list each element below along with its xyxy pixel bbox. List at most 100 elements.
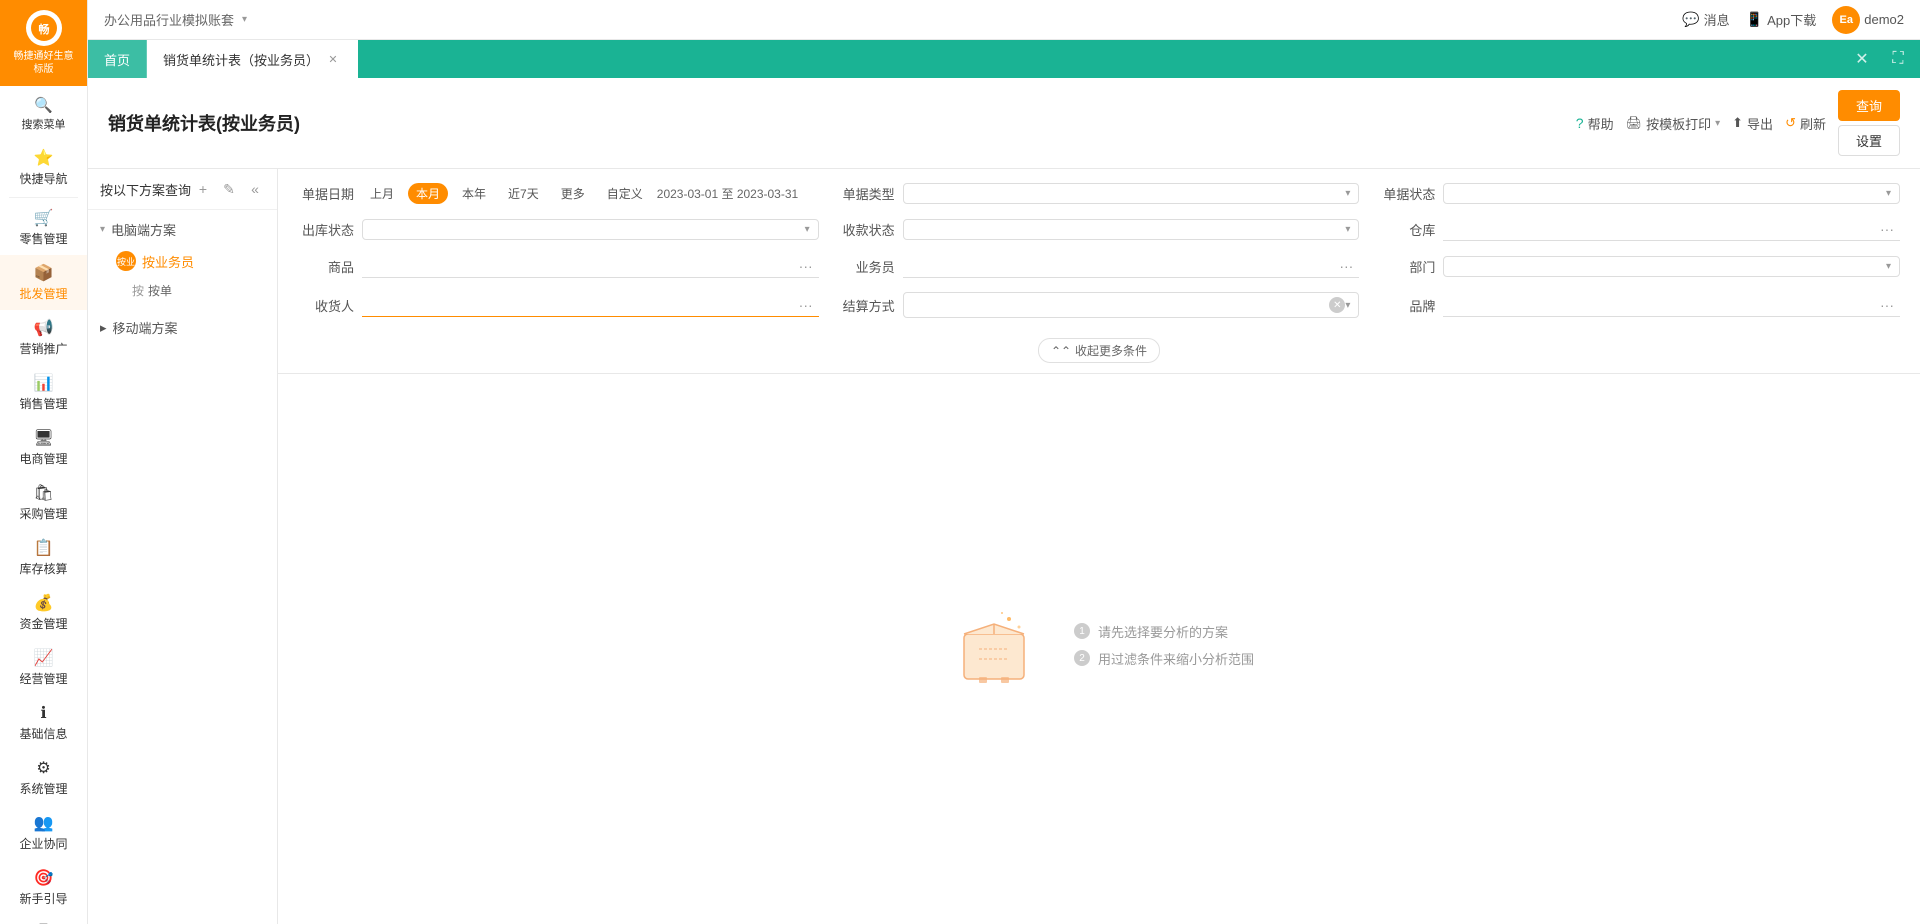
add-scheme-btn[interactable]: + (193, 179, 213, 199)
set-button[interactable]: 设置 (1838, 125, 1900, 156)
sidebar-item-purchase[interactable]: 🛍 采购管理 (0, 475, 87, 530)
collapse-more-btn[interactable]: ⌃⌃ 收起更多条件 (1038, 338, 1160, 363)
sidebar: 畅 畅捷通好生意标版 🔍 搜索菜单 ⭐ 快捷导航 🛒 零售管理 📦 批发管理 📢… (0, 0, 88, 924)
help-action[interactable]: ? 帮助 (1576, 114, 1614, 133)
tab-sales-stats[interactable]: 销货单统计表（按业务员） ✕ (147, 40, 358, 78)
sidebar-item-sales[interactable]: 📊 销售管理 (0, 365, 87, 420)
date-tab-this-month[interactable]: 本月 (408, 183, 448, 204)
salesperson-input[interactable]: ··· (903, 255, 1360, 278)
doc-type-label: 单据类型 (839, 184, 895, 203)
date-tab-last7[interactable]: 近7天 (500, 183, 547, 204)
tree-group-pc-header[interactable]: ▾ 电脑端方案 (88, 214, 277, 245)
sales-icon: 📊 (34, 373, 54, 393)
tip-num-2: 2 (1074, 650, 1090, 666)
tip-num-1: 1 (1074, 623, 1090, 639)
filter-row-3: 商品 ··· 业务员 ··· (298, 255, 1900, 278)
goods-input[interactable]: ··· (362, 255, 819, 278)
refresh-action[interactable]: ↺ 刷新 (1785, 114, 1826, 133)
app-download-action[interactable]: 📱 App下载 (1746, 10, 1817, 29)
department-label: 部门 (1379, 257, 1435, 276)
filter-department-field: 部门 ▾ (1379, 256, 1900, 277)
filter-doc-type-field: 单据类型 ▾ (839, 183, 1360, 204)
sidebar-item-app-center[interactable]: 📱 应用中心 (0, 915, 87, 924)
doc-type-arrow-icon: ▾ (1345, 188, 1350, 199)
sidebar-item-operations[interactable]: 📈 经营管理 (0, 640, 87, 695)
sidebar-item-newcomer[interactable]: 🎯 新手引导 (0, 860, 87, 915)
logo-icon: 畅 (26, 10, 62, 46)
sidebar-item-finance[interactable]: 💰 资金管理 (0, 585, 87, 640)
date-range-display: 2023-03-01 至 2023-03-31 (657, 185, 798, 202)
avatar: Ea (1832, 6, 1860, 34)
sidebar-item-basic[interactable]: ℹ 基础信息 (0, 695, 87, 750)
message-action[interactable]: 💬 消息 (1682, 10, 1729, 29)
tree-group-mobile-header[interactable]: ▸ 移动端方案 (88, 312, 277, 343)
brand-dots-icon[interactable]: ··· (1880, 297, 1894, 313)
empty-tips: 1 请先选择要分析的方案 2 用过滤条件来缩小分析范围 (1074, 622, 1254, 676)
filter-warehouse-field: 仓库 ··· (1379, 218, 1900, 241)
sidebar-item-wholesale[interactable]: 📦 批发管理 (0, 255, 87, 310)
date-tab-last-month[interactable]: 上月 (362, 183, 402, 204)
brand-input[interactable]: ··· (1443, 294, 1900, 317)
tab-close-icon[interactable]: ✕ (325, 51, 341, 67)
warehouse-dots-icon[interactable]: ··· (1880, 221, 1894, 237)
date-tab-more[interactable]: 更多 (553, 183, 593, 204)
tab-bar-right: ✕ ⛶ (1848, 45, 1920, 73)
tab-home[interactable]: 首页 (88, 40, 147, 78)
filter-row-2: 出库状态 ▾ 收款状态 ▾ (298, 218, 1900, 241)
doc-status-arrow-icon: ▾ (1886, 188, 1891, 199)
tree-sub-item-by-order[interactable]: 按 按单 (88, 277, 277, 304)
edit-scheme-btn[interactable]: ✎ (219, 179, 239, 199)
goods-dots-icon[interactable]: ··· (799, 258, 813, 274)
tab-fullscreen-btn[interactable]: ⛶ (1884, 45, 1912, 73)
department-select[interactable]: ▾ (1443, 256, 1900, 277)
print-action[interactable]: 🖨 按模板打印 ▾ (1626, 114, 1721, 133)
sidebar-logo[interactable]: 畅 畅捷通好生意标版 (0, 0, 87, 86)
receiver-dots-icon[interactable]: ··· (799, 297, 813, 313)
main-area: 办公用品行业模拟账套 ▾ 💬 消息 📱 App下载 Ea demo2 首页 (88, 0, 1920, 924)
tree-group-pc: ▾ 电脑端方案 按业 按业务员 按 按单 (88, 210, 277, 308)
receiver-input[interactable]: ··· (362, 294, 819, 317)
sidebar-navigation: ⭐ 快捷导航 🛒 零售管理 📦 批发管理 📢 营销推广 📊 销售管理 🖥 电商管… (0, 136, 87, 924)
collapse-bar: ⌃⌃ 收起更多条件 (298, 332, 1900, 373)
filter-row-1: 单据日期 上月 本月 本年 近7天 更多 自定义 2023-03-01 至 20… (298, 183, 1900, 204)
retail-icon: 🛒 (34, 208, 54, 228)
receiver-label: 收货人 (298, 296, 354, 315)
payment-status-select[interactable]: ▾ (903, 219, 1360, 240)
print-dropdown-icon[interactable]: ▾ (1715, 118, 1720, 129)
out-status-label: 出库状态 (298, 220, 354, 239)
settlement-select[interactable]: ✕ ▾ (903, 292, 1360, 318)
sidebar-item-quick-nav[interactable]: ⭐ 快捷导航 (0, 140, 87, 195)
sidebar-item-ecommerce[interactable]: 🖥 电商管理 (0, 420, 87, 475)
sidebar-item-system[interactable]: ⚙ 系统管理 (0, 750, 87, 805)
sidebar-item-enterprise[interactable]: 👥 企业协同 (0, 805, 87, 860)
sidebar-item-marketing[interactable]: 📢 营销推广 (0, 310, 87, 365)
query-button[interactable]: 查询 (1838, 90, 1900, 121)
basic-icon: ℹ (40, 703, 46, 723)
tab-bar: 首页 销货单统计表（按业务员） ✕ ✕ ⛶ (88, 40, 1920, 78)
export-action[interactable]: ⬆ 导出 (1732, 114, 1773, 133)
date-tab-this-year[interactable]: 本年 (454, 183, 494, 204)
settlement-clear-btn[interactable]: ✕ (1329, 297, 1345, 313)
sidebar-item-inventory[interactable]: 📋 库存核算 (0, 530, 87, 585)
date-tab-custom[interactable]: 自定义 (599, 183, 651, 204)
out-status-select[interactable]: ▾ (362, 219, 819, 240)
doc-type-select[interactable]: ▾ (903, 183, 1360, 204)
collapse-panel-btn[interactable]: « (245, 179, 265, 199)
filter-date-field: 单据日期 上月 本月 本年 近7天 更多 自定义 2023-03-01 至 20… (298, 183, 819, 204)
filter-payment-status-field: 收款状态 ▾ (839, 219, 1360, 240)
tab-close-btn[interactable]: ✕ (1848, 45, 1876, 73)
user-profile-action[interactable]: Ea demo2 (1832, 6, 1904, 34)
tree-item-sales-person[interactable]: 按业 按业务员 (88, 245, 277, 277)
out-status-arrow-icon: ▾ (805, 224, 810, 235)
industry-dropdown-icon[interactable]: ▾ (242, 14, 247, 25)
left-panel: 按以下方案查询 + ✎ « ▾ 电脑端方案 按业 按业务员 (88, 169, 278, 924)
doc-status-select[interactable]: ▾ (1443, 183, 1900, 204)
newcomer-icon: 🎯 (34, 868, 54, 888)
sidebar-item-search-menu[interactable]: 🔍 搜索菜单 (0, 86, 87, 136)
mobile-group-arrow: ▸ (100, 320, 107, 336)
filter-doc-status-field: 单据状态 ▾ (1379, 183, 1900, 204)
salesperson-dots-icon[interactable]: ··· (1339, 258, 1353, 274)
operations-icon: 📈 (34, 648, 54, 668)
sidebar-item-retail[interactable]: 🛒 零售管理 (0, 200, 87, 255)
warehouse-input[interactable]: ··· (1443, 218, 1900, 241)
